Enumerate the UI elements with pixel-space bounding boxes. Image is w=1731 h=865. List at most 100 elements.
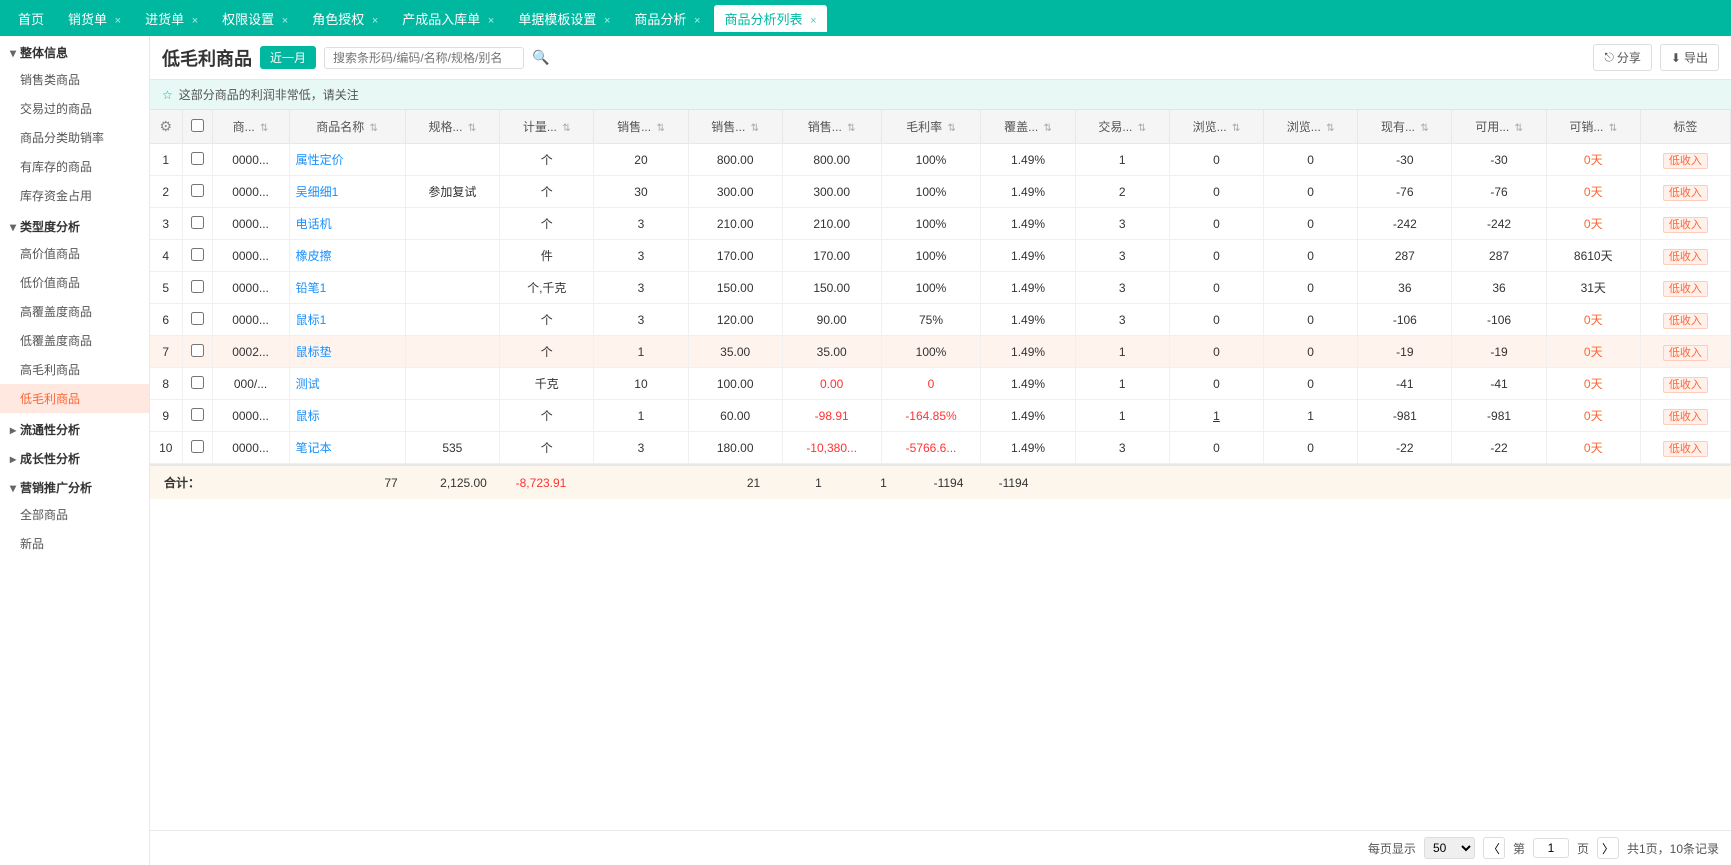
row-checkbox-cell[interactable] [182,272,212,304]
row-checkbox-cell[interactable] [182,304,212,336]
sort-spec-icon: ⇅ [468,123,476,134]
sidebar-item-category-rate[interactable]: 商品分类助销率 [0,123,149,152]
col-coverage-header[interactable]: 覆盖... ⇅ [981,110,1075,144]
row-name[interactable]: 笔记本 [289,432,405,464]
row-unit: 千克 [500,368,594,400]
select-all-checkbox[interactable] [191,119,204,132]
row-name[interactable]: 鼠标 [289,400,405,432]
col-sales-price-header[interactable]: 销售... ⇅ [688,110,782,144]
row-checkbox[interactable] [191,376,204,389]
row-checkbox-cell[interactable] [182,432,212,464]
row-checkbox[interactable] [191,344,204,357]
row-checkbox[interactable] [191,184,204,197]
row-checkbox-cell[interactable] [182,368,212,400]
col-spec-header[interactable]: 规格... ⇅ [405,110,500,144]
col-browse1-header[interactable]: 浏览... ⇅ [1169,110,1263,144]
row-checkbox-cell[interactable] [182,240,212,272]
row-name[interactable]: 属性定价 [289,144,405,176]
export-button[interactable]: ⬇ 导出 [1660,44,1719,71]
col-available-header[interactable]: 可用... ⇅ [1452,110,1546,144]
row-browse1[interactable]: 1 [1169,400,1263,432]
row-name[interactable]: 吴细细1 [289,176,405,208]
sidebar-item-new-products[interactable]: 新品 [0,529,149,558]
sidebar-group-circulation[interactable]: ▸流通性分析 [0,413,149,442]
row-checkbox-cell[interactable] [182,208,212,240]
row-checkbox[interactable] [191,152,204,165]
row-name[interactable]: 鼠标1 [289,304,405,336]
col-sales-profit-header[interactable]: 销售... ⇅ [782,110,881,144]
sidebar-group-growth[interactable]: ▸成长性分析 [0,442,149,471]
nav-sales[interactable]: 销货单 × [58,5,131,32]
share-button[interactable]: ⎋ 分享 [1593,44,1652,71]
col-tag-header[interactable]: 标签 [1640,110,1730,144]
row-spec [405,208,500,240]
col-name-header[interactable]: 商品名称 ⇅ [289,110,405,144]
col-unit-header[interactable]: 计量... ⇅ [500,110,594,144]
close-analysis-icon[interactable]: × [694,15,700,27]
nav-analysis[interactable]: 商品分析 × [624,5,710,32]
row-name[interactable]: 鼠标垫 [289,336,405,368]
nav-product-entry[interactable]: 产成品入库单 × [392,5,504,32]
nav-purchase[interactable]: 进货单 × [135,5,208,32]
nav-permissions[interactable]: 权限设置 × [212,5,298,32]
per-page-select[interactable]: 50 100 200 [1424,837,1475,859]
col-sales-count-header[interactable]: 销售... ⇅ [594,110,688,144]
nav-template[interactable]: 单据模板设置 × [508,5,620,32]
col-gross-rate-header[interactable]: 毛利率 ⇅ [881,110,981,144]
close-product-entry-icon[interactable]: × [488,15,494,27]
sidebar-group-type[interactable]: ▾类型度分析 [0,210,149,239]
row-name[interactable]: 橡皮擦 [289,240,405,272]
prev-page-button[interactable]: 〈 [1483,837,1505,859]
next-page-button[interactable]: 〉 [1597,837,1619,859]
close-roles-icon[interactable]: × [372,15,378,27]
col-current-header[interactable]: 现有... ⇅ [1358,110,1452,144]
col-code-header[interactable]: 商... ⇅ [212,110,289,144]
sidebar-group-overall[interactable]: ▾整体信息 [0,36,149,65]
search-input[interactable] [324,47,524,69]
row-name[interactable]: 测试 [289,368,405,400]
row-checkbox[interactable] [191,312,204,325]
sidebar-item-traded-products[interactable]: 交易过的商品 [0,94,149,123]
row-checkbox[interactable] [191,440,204,453]
sidebar-item-high-margin[interactable]: 高毛利商品 [0,355,149,384]
sidebar-item-low-value[interactable]: 低价值商品 [0,268,149,297]
row-checkbox[interactable] [191,248,204,261]
row-checkbox[interactable] [191,280,204,293]
browse-link[interactable]: 1 [1213,409,1220,423]
row-name[interactable]: 铅笔1 [289,272,405,304]
sidebar-item-all-products[interactable]: 全部商品 [0,500,149,529]
search-button[interactable]: 🔍 [532,49,549,66]
row-name[interactable]: 电话机 [289,208,405,240]
row-checkbox-cell[interactable] [182,144,212,176]
close-analysis-list-icon[interactable]: × [810,15,816,27]
settings-icon[interactable]: ⚙ [159,118,172,134]
sidebar-group-marketing[interactable]: ▾营销推广分析 [0,471,149,500]
row-checkbox[interactable] [191,408,204,421]
close-sales-icon[interactable]: × [115,15,121,27]
sidebar-item-low-coverage[interactable]: 低覆盖度商品 [0,326,149,355]
nav-analysis-list[interactable]: 商品分析列表 × [714,5,826,32]
sidebar-item-high-value[interactable]: 高价值商品 [0,239,149,268]
sidebar-item-stock-products[interactable]: 有库存的商品 [0,152,149,181]
sidebar-item-stock-capital[interactable]: 库存资金占用 [0,181,149,210]
sidebar-item-sales-products[interactable]: 销售类商品 [0,65,149,94]
time-filter-button[interactable]: 近一月 [260,46,316,69]
col-browse2-header[interactable]: 浏览... ⇅ [1264,110,1358,144]
nav-home[interactable]: 首页 [8,5,54,32]
close-template-icon[interactable]: × [604,15,610,27]
row-checkbox-cell[interactable] [182,336,212,368]
sidebar-item-high-coverage[interactable]: 高覆盖度商品 [0,297,149,326]
sidebar-item-low-margin[interactable]: 低毛利商品 [0,384,149,413]
close-permissions-icon[interactable]: × [282,15,288,27]
row-checkbox-cell[interactable] [182,400,212,432]
current-page-input[interactable] [1533,838,1569,858]
col-settings-header[interactable]: ⚙ [150,110,182,144]
col-saleable-header[interactable]: 可销... ⇅ [1546,110,1640,144]
col-checkbox-header[interactable] [182,110,212,144]
row-checkbox-cell[interactable] [182,176,212,208]
close-purchase-icon[interactable]: × [192,15,198,27]
per-page-label: 每页显示 [1368,840,1416,857]
row-checkbox[interactable] [191,216,204,229]
nav-roles[interactable]: 角色授权 × [302,5,388,32]
col-transactions-header[interactable]: 交易... ⇅ [1075,110,1169,144]
